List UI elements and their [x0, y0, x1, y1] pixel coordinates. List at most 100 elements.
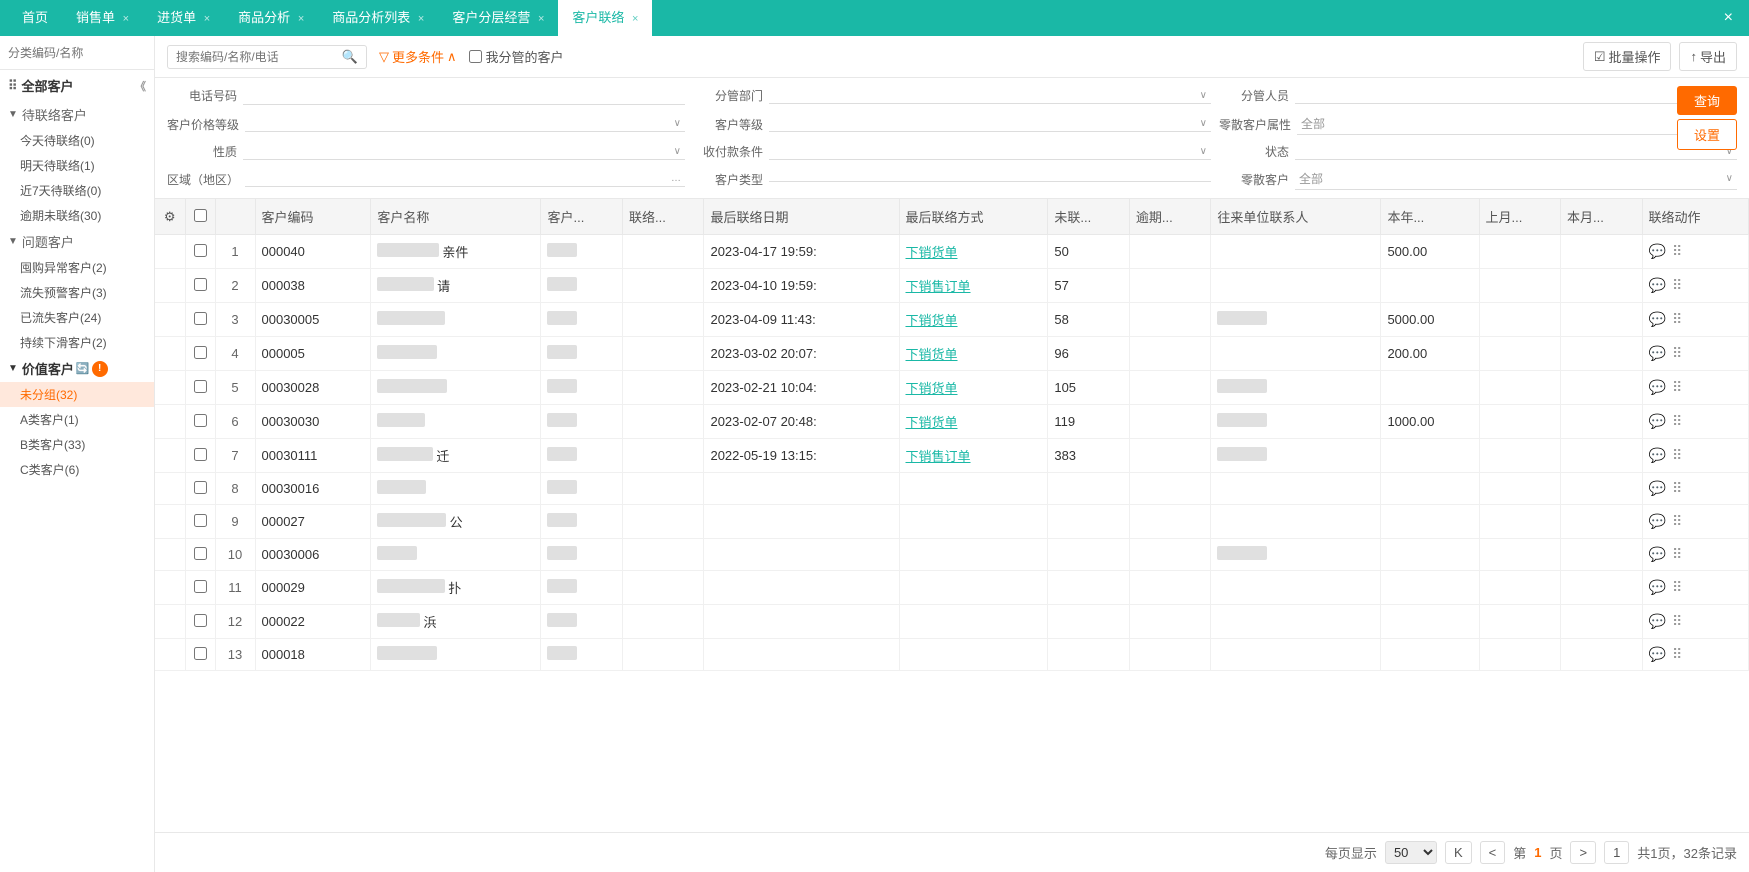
more-actions-icon[interactable]: ⠿: [1672, 513, 1682, 530]
contact-icon[interactable]: 💬: [1649, 579, 1666, 596]
more-actions-icon[interactable]: ⠿: [1672, 613, 1682, 630]
contact-icon[interactable]: 💬: [1649, 243, 1666, 260]
contact-icon[interactable]: 💬: [1649, 646, 1666, 663]
row-checkbox[interactable]: [194, 380, 207, 393]
contact-icon[interactable]: 💬: [1649, 513, 1666, 530]
col-check-all[interactable]: [185, 199, 215, 235]
sidebar-item-class-b[interactable]: B类客户(33): [0, 432, 154, 457]
filter-region-select[interactable]: …: [245, 171, 685, 187]
close-customer-contact-tab[interactable]: ×: [632, 13, 638, 25]
batch-operation-button[interactable]: ☑ 批量操作: [1583, 42, 1672, 71]
close-customer-tier-tab[interactable]: ×: [538, 13, 544, 25]
col-settings[interactable]: ⚙: [155, 199, 185, 235]
row-checkbox-cell[interactable]: [185, 303, 215, 337]
row-checkbox[interactable]: [194, 547, 207, 560]
my-customers-check[interactable]: [469, 50, 482, 63]
more-actions-icon[interactable]: ⠿: [1672, 379, 1682, 396]
filter-status-select[interactable]: ∨: [1295, 144, 1737, 160]
close-product-list-tab[interactable]: ×: [418, 13, 424, 25]
sidebar-group-problem[interactable]: ▼ 问题客户: [0, 228, 154, 255]
row-settings[interactable]: [155, 371, 185, 405]
row-settings[interactable]: [155, 639, 185, 671]
last-method-link[interactable]: 下销售订单: [906, 279, 971, 294]
sidebar-item-class-a[interactable]: A类客户(1): [0, 407, 154, 432]
row-checkbox-cell[interactable]: [185, 473, 215, 505]
nav-tab-customer-contact[interactable]: 客户联络 ×: [558, 0, 652, 36]
row-checkbox-cell[interactable]: [185, 235, 215, 269]
row-checkbox-cell[interactable]: [185, 337, 215, 371]
filter-cust-type-select[interactable]: [769, 177, 1211, 182]
export-button[interactable]: ↑ 导出: [1679, 42, 1737, 71]
next-page-button[interactable]: >: [1570, 841, 1596, 864]
close-product-analysis-tab[interactable]: ×: [298, 13, 304, 25]
sidebar-all-customers[interactable]: ⠿ 全部客户 《: [0, 70, 154, 101]
row-checkbox[interactable]: [194, 312, 207, 325]
last-method-link[interactable]: 下销货单: [906, 381, 958, 396]
last-method-link[interactable]: 下销售订单: [906, 449, 971, 464]
row-checkbox-cell[interactable]: [185, 269, 215, 303]
filter-phone-input[interactable]: [243, 86, 685, 105]
sidebar-item-7days[interactable]: 近7天待联络(0): [0, 178, 154, 203]
filter-search-box[interactable]: 🔍: [167, 45, 367, 69]
row-checkbox-cell[interactable]: [185, 571, 215, 605]
row-checkbox-cell[interactable]: [185, 639, 215, 671]
nav-tab-sales[interactable]: 销售单 ×: [62, 0, 143, 36]
more-actions-icon[interactable]: ⠿: [1672, 243, 1682, 260]
nav-home[interactable]: 首页: [8, 0, 62, 36]
more-actions-icon[interactable]: ⠿: [1672, 546, 1682, 563]
nav-tab-customer-tier[interactable]: 客户分层经营 ×: [438, 0, 558, 36]
sidebar-search-bar[interactable]: 🔍: [0, 36, 154, 70]
filter-dept-select[interactable]: ∨: [769, 88, 1211, 104]
nav-tab-purchase[interactable]: 进货单 ×: [143, 0, 224, 36]
more-actions-icon[interactable]: ⠿: [1672, 277, 1682, 294]
more-actions-icon[interactable]: ⠿: [1672, 413, 1682, 430]
filter-search-input[interactable]: [176, 50, 342, 64]
row-settings[interactable]: [155, 235, 185, 269]
more-actions-icon[interactable]: ⠿: [1672, 311, 1682, 328]
filter-search-icon[interactable]: 🔍: [342, 49, 358, 65]
sidebar-item-overdue[interactable]: 逾期未联络(30): [0, 203, 154, 228]
row-checkbox-cell[interactable]: [185, 605, 215, 639]
contact-icon[interactable]: 💬: [1649, 546, 1666, 563]
row-checkbox-cell[interactable]: [185, 371, 215, 405]
last-page-button[interactable]: 1: [1604, 841, 1629, 864]
filter-manager-select[interactable]: …: [1295, 88, 1737, 104]
row-settings[interactable]: [155, 405, 185, 439]
filter-payment-select[interactable]: ∨: [769, 144, 1211, 160]
last-method-link[interactable]: 下销货单: [906, 245, 958, 260]
filter-retail-cust-select[interactable]: 全部 ∨: [1295, 168, 1737, 190]
nav-tab-product-list[interactable]: 商品分析列表 ×: [318, 0, 438, 36]
reset-button[interactable]: 设置: [1677, 119, 1737, 150]
more-actions-icon[interactable]: ⠿: [1672, 579, 1682, 596]
window-close-button[interactable]: ×: [1716, 9, 1741, 27]
row-settings[interactable]: [155, 571, 185, 605]
contact-icon[interactable]: 💬: [1649, 613, 1666, 630]
contact-icon[interactable]: 💬: [1649, 311, 1666, 328]
close-sales-tab[interactable]: ×: [123, 13, 129, 25]
row-settings[interactable]: [155, 337, 185, 371]
row-settings[interactable]: [155, 303, 185, 337]
sidebar-item-declining[interactable]: 持续下滑客户(2): [0, 330, 154, 355]
filter-nature-select[interactable]: ∨: [243, 144, 685, 160]
query-button[interactable]: 查询: [1677, 86, 1737, 115]
sidebar-group-value[interactable]: ▼ 价值客户 🔄 !: [0, 355, 154, 382]
sidebar-item-class-c[interactable]: C类客户(6): [0, 457, 154, 482]
row-settings[interactable]: [155, 505, 185, 539]
filter-cust-level-select[interactable]: ∨: [769, 116, 1211, 132]
sidebar-item-churn-warning[interactable]: 流失预警客户(3): [0, 280, 154, 305]
filter-price-select[interactable]: ∨: [245, 116, 685, 132]
row-settings[interactable]: [155, 439, 185, 473]
more-actions-icon[interactable]: ⠿: [1672, 345, 1682, 362]
row-settings[interactable]: [155, 539, 185, 571]
contact-icon[interactable]: 💬: [1649, 345, 1666, 362]
filter-more-conditions[interactable]: ▽ 更多条件 ∧: [379, 47, 457, 66]
contact-icon[interactable]: 💬: [1649, 480, 1666, 497]
last-method-link[interactable]: 下销货单: [906, 347, 958, 362]
row-checkbox-cell[interactable]: [185, 505, 215, 539]
row-checkbox[interactable]: [194, 278, 207, 291]
close-purchase-tab[interactable]: ×: [204, 13, 210, 25]
more-actions-icon[interactable]: ⠿: [1672, 646, 1682, 663]
sidebar-item-churned[interactable]: 已流失客户(24): [0, 305, 154, 330]
nav-tab-product-analysis[interactable]: 商品分析 ×: [224, 0, 318, 36]
sidebar-item-today[interactable]: 今天待联络(0): [0, 128, 154, 153]
